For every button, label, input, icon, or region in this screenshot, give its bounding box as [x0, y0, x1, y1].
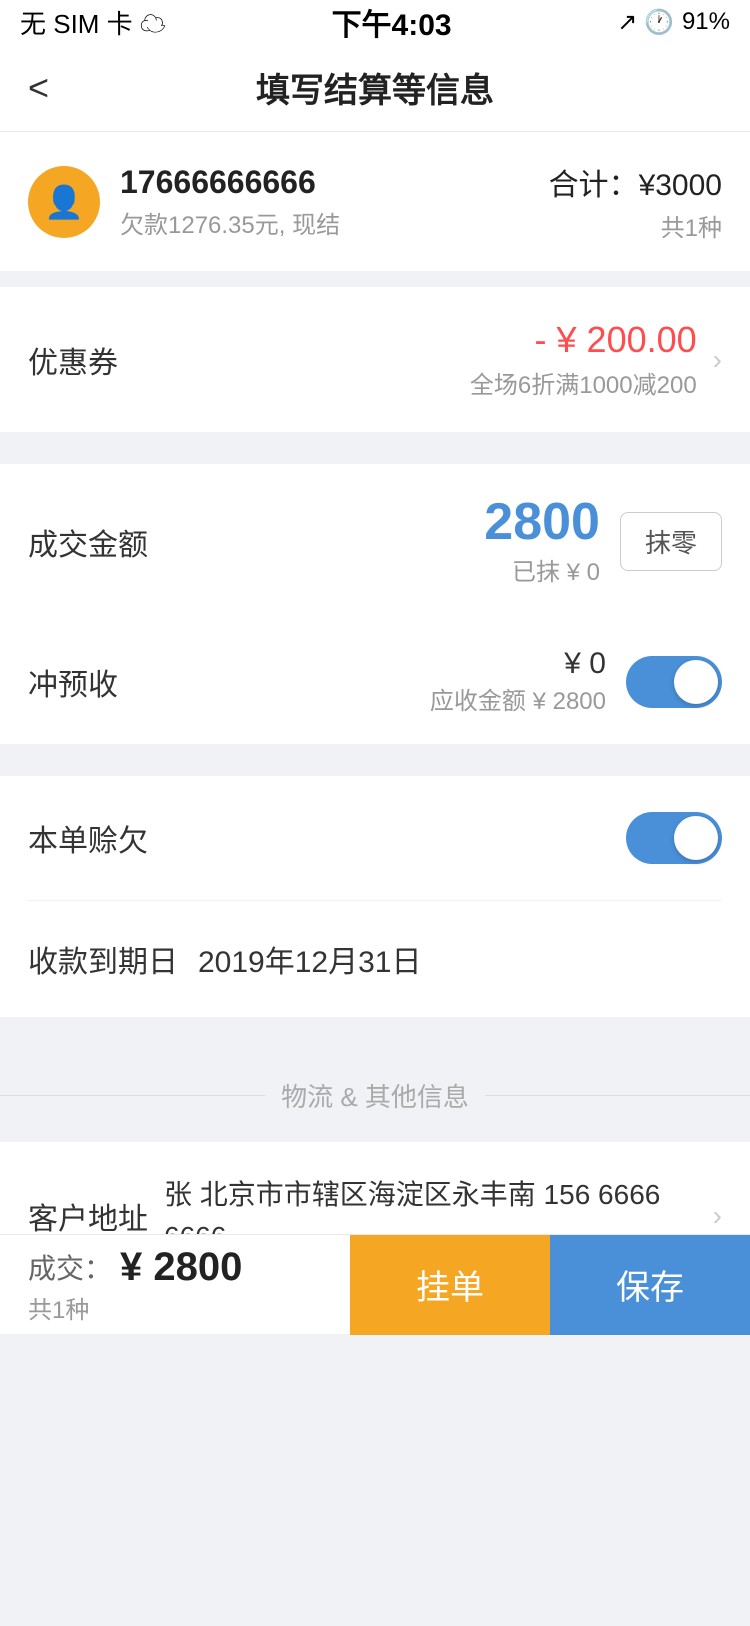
bottom-area: 成交： ¥ 2800 共1种 挂单 保存 [0, 1234, 750, 1334]
bottom-bar: 成交： ¥ 2800 共1种 挂单 保存 [0, 1234, 750, 1334]
address-label: 客户地址 [28, 1194, 148, 1238]
coupon-discount: - ¥ 200.00 [470, 319, 697, 361]
gray-area [0, 1306, 750, 1506]
back-button[interactable]: < [28, 67, 49, 109]
logistics-label: 物流 & 其他信息 [281, 1077, 469, 1114]
round-button[interactable]: 抹零 [620, 512, 722, 571]
logistics-separator: 物流 & 其他信息 [0, 1049, 750, 1142]
transaction-amount: 2800 [484, 496, 600, 548]
due-date-value: 2019年12月31日 [198, 937, 421, 981]
transaction-section: 成交金额 2800 已抹 ¥ 0 抹零 冲预收 ¥ 0 应收金额 ¥ 2800 [0, 464, 750, 744]
prepay-label: 冲预收 [28, 660, 118, 704]
due-date-label: 收款到期日 [28, 937, 178, 981]
item-count: 共1种 [549, 208, 722, 243]
debt-toggle-knob [674, 816, 718, 860]
customer-section: 👤 17666666666 欠款1276.35元, 现结 合计：¥3000 共1… [0, 132, 750, 271]
bottom-prefix: 成交： [28, 1247, 112, 1287]
status-bar: 无 SIM 卡 ☁ 下午4:03 ↗ 🕐 91% [0, 0, 750, 44]
total-value: ¥3000 [639, 169, 722, 202]
prepay-row: 冲预收 ¥ 0 应收金额 ¥ 2800 [28, 619, 722, 744]
sim-status: 无 SIM 卡 ☁ [20, 4, 166, 41]
prepay-toggle[interactable] [626, 656, 722, 708]
coupon-right: - ¥ 200.00 全场6折满1000减200 › [470, 319, 722, 400]
transaction-label: 成交金额 [28, 520, 148, 564]
nav-bar: < 填写结算等信息 [0, 44, 750, 132]
customer-debt: 欠款1276.35元, 现结 [120, 205, 340, 240]
coupon-row[interactable]: 优惠券 - ¥ 200.00 全场6折满1000减200 › [28, 287, 722, 432]
customer-info: 17666666666 欠款1276.35元, 现结 [120, 164, 340, 240]
prepay-sub: 应收金额 ¥ 2800 [430, 681, 606, 716]
sep-line-right [485, 1095, 750, 1096]
save-button[interactable]: 保存 [550, 1235, 750, 1335]
status-left: 无 SIM 卡 ☁ [20, 4, 166, 41]
avatar-icon: 👤 [44, 183, 84, 221]
debt-section: 本单赊欠 收款到期日 2019年12月31日 [0, 776, 750, 1017]
debt-row: 本单赊欠 [28, 776, 722, 900]
divider-3 [0, 1033, 750, 1049]
bottom-total: 成交： ¥ 2800 [28, 1245, 322, 1290]
due-date-row: 收款到期日 2019年12月31日 [28, 900, 722, 1017]
prepay-value: ¥ 0 [430, 647, 606, 681]
coupon-sub: 全场6折满1000减200 [470, 365, 697, 400]
hold-button[interactable]: 挂单 [350, 1235, 550, 1335]
bottom-info: 成交： ¥ 2800 共1种 [0, 1245, 350, 1325]
avatar: 👤 [28, 166, 100, 238]
transaction-right: 2800 已抹 ¥ 0 抹零 [484, 496, 722, 587]
prepay-right: ¥ 0 应收金额 ¥ 2800 [430, 647, 722, 716]
coupon-label: 优惠券 [28, 338, 118, 382]
page-title: 填写结算等信息 [256, 63, 494, 112]
battery-level: 91% [682, 8, 730, 36]
transaction-row: 成交金额 2800 已抹 ¥ 0 抹零 [28, 464, 722, 619]
customer-left: 👤 17666666666 欠款1276.35元, 现结 [28, 164, 340, 240]
total-label: 合计： [549, 169, 639, 202]
order-total: 合计：¥3000 [549, 160, 722, 204]
customer-right: 合计：¥3000 共1种 [549, 160, 722, 243]
bottom-total-value: ¥ 2800 [120, 1245, 242, 1290]
prepay-value-block: ¥ 0 应收金额 ¥ 2800 [430, 647, 606, 716]
address-chevron-icon: › [713, 1200, 722, 1232]
toggle-knob [674, 660, 718, 704]
coupon-section: 优惠券 - ¥ 200.00 全场6折满1000减200 › [0, 287, 750, 432]
bottom-spacer [0, 1506, 750, 1626]
sep-line-left [0, 1095, 265, 1096]
customer-row: 👤 17666666666 欠款1276.35元, 现结 合计：¥3000 共1… [28, 132, 722, 271]
battery-icon: ↗ 🕐 [617, 8, 674, 37]
transaction-sub: 已抹 ¥ 0 [484, 552, 600, 587]
bottom-count: 共1种 [28, 1290, 322, 1325]
status-right: ↗ 🕐 91% [617, 8, 730, 37]
customer-phone: 17666666666 [120, 164, 340, 201]
debt-toggle[interactable] [626, 812, 722, 864]
status-time: 下午4:03 [332, 0, 452, 44]
divider-2 [0, 760, 750, 776]
divider-1 [0, 448, 750, 464]
debt-label: 本单赊欠 [28, 816, 148, 860]
chevron-right-icon: › [713, 344, 722, 376]
